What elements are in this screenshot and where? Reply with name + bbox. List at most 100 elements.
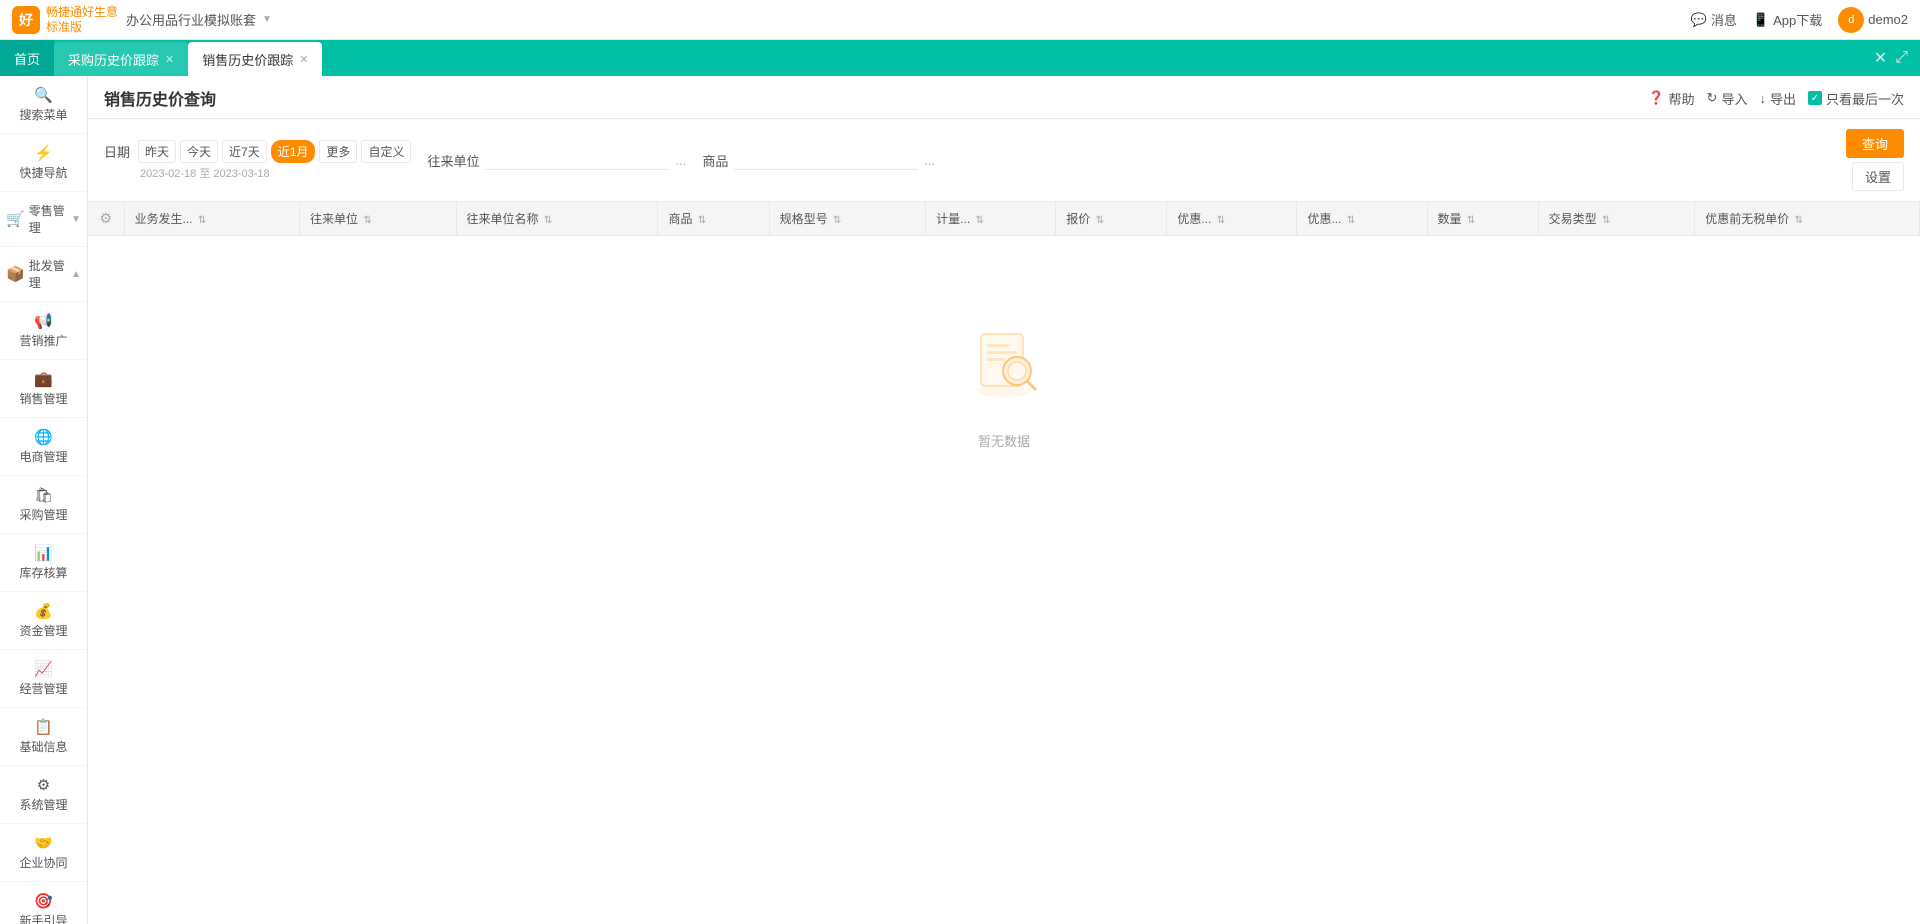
from-unit-input[interactable] <box>485 150 669 170</box>
sidebar-label-quick-nav: 快捷导航 <box>19 164 67 181</box>
empty-text: 暂无数据 <box>978 431 1030 450</box>
help-action[interactable]: ❓ 帮助 <box>1648 89 1694 108</box>
empty-illustration <box>959 316 1049 421</box>
sidebar-item-purchase-mgmt[interactable]: 🛍 采购管理 <box>0 476 87 534</box>
tab-purchase-label: 采购历史价跟踪 <box>68 50 159 69</box>
sort-pretax-icon: ⇅ <box>1795 215 1803 226</box>
col-unit[interactable]: 计量... ⇅ <box>926 202 1056 236</box>
enterprise-icon: 🤝 <box>34 834 53 852</box>
sort-spec-icon: ⇅ <box>833 215 841 226</box>
date-btn-yesterday[interactable]: 昨天 <box>138 140 176 163</box>
content-area: 销售历史价查询 ❓ 帮助 ↻ 导入 ↓ 导出 ✓ 只看最后一次 <box>88 76 1920 924</box>
date-btn-more[interactable]: 更多 <box>319 140 357 163</box>
sidebar-item-retail-mgmt[interactable]: 🛒 零售管理 ▼ <box>0 192 87 247</box>
sidebar-label-finance: 资金管理 <box>19 622 67 639</box>
export-icon: ↓ <box>1759 91 1766 106</box>
col-unit-name[interactable]: 往来单位名称 ⇅ <box>456 202 658 236</box>
from-unit-dots: ... <box>675 153 686 168</box>
sidebar: 🔍 搜索菜单 ⚡ 快捷导航 🛒 零售管理 ▼ 📦 批发管理 ▲ 📢 营销推广 💼… <box>0 76 88 924</box>
sort-unit-name-icon: ⇅ <box>544 215 552 226</box>
sidebar-item-wholesale-mgmt[interactable]: 📦 批发管理 ▲ <box>0 247 87 302</box>
tab-sales-close[interactable]: ✕ <box>299 53 308 66</box>
sidebar-item-base-info[interactable]: 📋 基础信息 <box>0 708 87 766</box>
col-trade-type[interactable]: 交易类型 ⇅ <box>1538 202 1695 236</box>
sidebar-item-ops-mgmt[interactable]: 📈 经营管理 <box>0 650 87 708</box>
date-btn-1month[interactable]: 近1月 <box>271 140 316 163</box>
finance-icon: 💰 <box>34 602 53 620</box>
col-spec[interactable]: 规格型号 ⇅ <box>769 202 926 236</box>
sort-unit-code-icon: ⇅ <box>363 215 371 226</box>
tab-sales-history[interactable]: 销售历史价跟踪 ✕ <box>188 42 322 76</box>
query-button[interactable]: 查询 <box>1846 129 1904 158</box>
tab-maximize-icon[interactable]: ⤢ <box>1895 49 1908 67</box>
top-bar-left: 好 畅捷通好生意 标准版 办公用品行业模拟账套 ▼ <box>12 5 272 34</box>
goods-input[interactable] <box>734 150 918 170</box>
user-nav[interactable]: d demo2 <box>1838 7 1908 33</box>
sidebar-label-base: 基础信息 <box>19 738 67 755</box>
tab-bar-actions: ✕ ⤢ <box>1874 48 1920 68</box>
date-btn-7days[interactable]: 近7天 <box>222 140 267 163</box>
sidebar-label-search-menu: 搜索菜单 <box>19 106 67 123</box>
guide-icon: 🎯 <box>34 892 53 910</box>
sidebar-item-sales-mgmt[interactable]: 💼 销售管理 <box>0 360 87 418</box>
app-download-nav[interactable]: 📱 App下载 <box>1753 10 1822 29</box>
sys-icon: ⚙ <box>37 776 50 794</box>
sidebar-item-quick-nav[interactable]: ⚡ 快捷导航 <box>0 134 87 192</box>
quick-nav-icon: ⚡ <box>34 144 53 162</box>
import-icon: ↻ <box>1707 90 1718 106</box>
col-discount1[interactable]: 优惠... ⇅ <box>1167 202 1297 236</box>
sidebar-label-enterprise: 企业协同 <box>19 854 67 871</box>
col-discount2[interactable]: 优惠... ⇅ <box>1297 202 1427 236</box>
sidebar-label-purchase: 采购管理 <box>19 506 67 523</box>
app-title-bar[interactable]: 办公用品行业模拟账套 ▼ <box>126 10 272 29</box>
from-unit-label: 往来单位 <box>427 151 479 170</box>
tab-close-all-icon[interactable]: ✕ <box>1874 48 1887 68</box>
retail-icon: 🛒 <box>6 210 25 228</box>
col-quantity[interactable]: 数量 ⇅ <box>1427 202 1538 236</box>
tab-home[interactable]: 首页 <box>0 40 54 76</box>
sort-quantity-icon: ⇅ <box>1467 215 1475 226</box>
settings-button[interactable]: 设置 <box>1852 162 1904 191</box>
table-settings-gear-icon[interactable]: ⚙ <box>99 210 112 226</box>
sidebar-item-sys-mgmt[interactable]: ⚙ 系统管理 <box>0 766 87 824</box>
sales-icon: 💼 <box>34 370 53 388</box>
sidebar-item-ecommerce[interactable]: 🌐 电商管理 <box>0 418 87 476</box>
sort-unit-icon: ⇅ <box>976 215 984 226</box>
col-settings[interactable]: ⚙ <box>88 202 124 236</box>
sidebar-label-retail: 零售管理 <box>29 202 67 236</box>
sidebar-label-wholesale: 批发管理 <box>29 257 67 291</box>
filter-dates: 昨天 今天 近7天 近1月 更多 自定义 2023-02-18 至 2023-0… <box>138 140 411 181</box>
sidebar-item-marketing[interactable]: 📢 营销推广 <box>0 302 87 360</box>
sidebar-item-new-guide[interactable]: 🎯 新手引导 <box>0 882 87 924</box>
col-goods[interactable]: 商品 ⇅ <box>658 202 769 236</box>
export-action[interactable]: ↓ 导出 <box>1759 89 1796 108</box>
goods-filter: 商品 ... <box>702 150 935 170</box>
date-btn-today[interactable]: 今天 <box>180 140 218 163</box>
sidebar-item-enterprise[interactable]: 🤝 企业协同 <box>0 824 87 882</box>
sidebar-item-inventory[interactable]: 📊 库存核算 <box>0 534 87 592</box>
sidebar-label-ecommerce: 电商管理 <box>19 448 67 465</box>
logo-text: 畅捷通好生意 标准版 <box>46 5 118 34</box>
col-unit-code[interactable]: 往来单位 ⇅ <box>299 202 456 236</box>
ecommerce-icon: 🌐 <box>34 428 53 446</box>
tab-purchase-close[interactable]: ✕ <box>165 53 174 66</box>
date-btn-custom[interactable]: 自定义 <box>361 140 411 163</box>
data-table: ⚙ 业务发生... ⇅ 往来单位 ⇅ 往来单位名称 ⇅ <box>88 202 1920 236</box>
goods-label: 商品 <box>702 151 728 170</box>
retail-arrow-icon: ▼ <box>71 214 81 225</box>
help-icon: ❓ <box>1648 90 1664 106</box>
col-price[interactable]: 报价 ⇅ <box>1056 202 1167 236</box>
import-action[interactable]: ↻ 导入 <box>1707 89 1748 108</box>
sidebar-item-search-menu[interactable]: 🔍 搜索菜单 <box>0 76 87 134</box>
from-unit-filter: 往来单位 ... <box>427 150 686 170</box>
col-pretax-price[interactable]: 优惠前无税单价 ⇅ <box>1695 202 1920 236</box>
message-nav[interactable]: 💬 消息 <box>1691 10 1737 29</box>
dropdown-icon[interactable]: ▼ <box>262 14 272 25</box>
sidebar-item-finance[interactable]: 💰 资金管理 <box>0 592 87 650</box>
message-icon: 💬 <box>1691 12 1707 28</box>
sort-biz-date-icon: ⇅ <box>198 215 206 226</box>
only-last-checkbox[interactable]: ✓ 只看最后一次 <box>1808 89 1904 108</box>
col-biz-date[interactable]: 业务发生... ⇅ <box>124 202 299 236</box>
tab-purchase-history[interactable]: 采购历史价跟踪 ✕ <box>54 42 188 76</box>
sidebar-label-marketing: 营销推广 <box>19 332 67 349</box>
